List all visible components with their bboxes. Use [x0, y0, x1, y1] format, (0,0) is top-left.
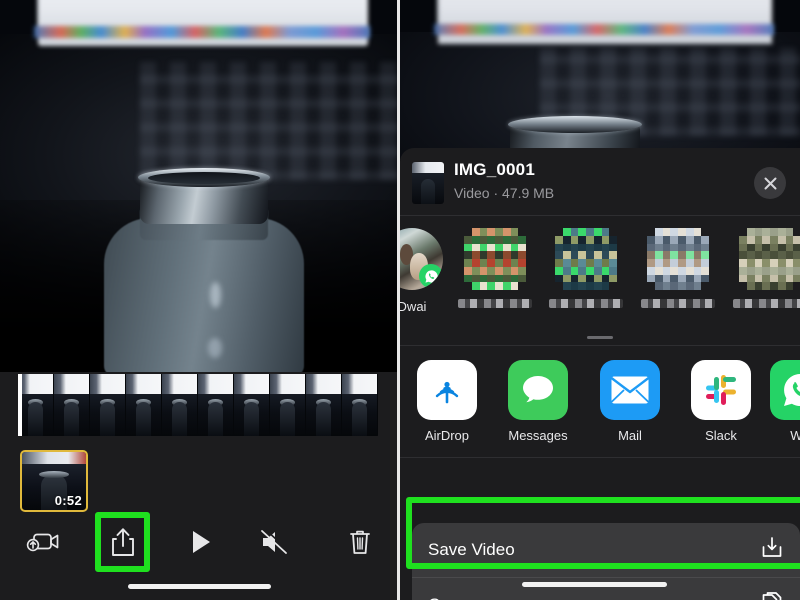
file-name-label: IMG_0001: [454, 160, 535, 179]
whatsapp-icon: [419, 264, 443, 288]
laptop-screen-right: [438, 0, 772, 44]
copy-label: Copy: [428, 595, 468, 600]
bottle-highlight-lower: [208, 338, 222, 358]
avatar-redacted: [555, 228, 617, 290]
contact-name-redacted: [641, 299, 715, 308]
contact-item[interactable]: [458, 228, 532, 308]
timeline-frame: [18, 374, 54, 436]
whatsapp-icon: [770, 360, 800, 420]
video-preview[interactable]: [0, 0, 397, 372]
share-sheet-header: IMG_0001 Video · 47.9 MB: [400, 148, 800, 216]
home-indicator-left: [128, 584, 271, 589]
bottle-subject: [92, 160, 316, 372]
app-item-mail[interactable]: Mail: [589, 360, 671, 443]
avatar-redacted: [647, 228, 709, 290]
bottle-rim-right: [508, 116, 642, 133]
messages-icon: [508, 360, 568, 420]
copy-icon: [760, 590, 784, 600]
contacts-row[interactable]: Dwai: [400, 216, 800, 346]
save-video-label: Save Video: [428, 540, 515, 559]
app-item-airdrop[interactable]: AirDrop: [406, 360, 488, 443]
app-item-wh[interactable]: Wh: [759, 360, 800, 443]
avatar: [400, 228, 443, 290]
actions-card: Save Video Copy: [412, 523, 800, 600]
timeline-frame: [198, 374, 234, 436]
export-video-button[interactable]: [14, 516, 70, 568]
share-button[interactable]: [95, 516, 151, 568]
sheet-grabber[interactable]: [587, 336, 613, 339]
clip-thumbnail[interactable]: 0:52: [20, 450, 88, 512]
share-icon: [112, 528, 134, 556]
close-icon: [764, 177, 776, 189]
copy-row[interactable]: Copy: [412, 577, 800, 600]
play-icon: [193, 531, 210, 553]
apps-row[interactable]: AirDrop Messages Mail Slack Wh: [400, 346, 800, 458]
home-indicator-right: [522, 582, 667, 587]
timeline-frame: [162, 374, 198, 436]
mute-button[interactable]: [248, 516, 300, 568]
actions-list: Save Video Copy: [412, 523, 800, 600]
timeline-frame: [270, 374, 306, 436]
app-label: Wh: [790, 428, 800, 443]
dock-icons-right: [434, 24, 774, 35]
trash-icon: [350, 530, 370, 554]
app-label: Slack: [705, 428, 737, 443]
timeline-frame: [306, 374, 342, 436]
clip-duration-label: 0:52: [54, 493, 82, 508]
bottle-body: [104, 218, 304, 372]
right-panel-share-sheet: IMG_0001 Video · 47.9 MB Dwai AirDrop Mes…: [400, 0, 800, 600]
delete-button[interactable]: [334, 516, 386, 568]
close-button[interactable]: [754, 167, 786, 199]
clip-thumb-screen: [22, 452, 86, 464]
contact-item[interactable]: Dwai: [400, 228, 449, 314]
timeline-frame: [54, 374, 90, 436]
share-sheet: IMG_0001 Video · 47.9 MB Dwai AirDrop Mes…: [400, 148, 800, 600]
bottle-highlight-upper: [210, 282, 221, 308]
airdrop-icon: [417, 360, 477, 420]
timeline-playhead[interactable]: [18, 374, 22, 436]
app-label: Mail: [618, 428, 642, 443]
contact-item[interactable]: [641, 228, 715, 308]
file-thumbnail: [412, 162, 444, 204]
file-thumb-bottle: [420, 179, 436, 204]
mail-icon: [600, 360, 660, 420]
video-preview-dimmed: [400, 0, 800, 160]
file-meta-label: Video · 47.9 MB: [454, 185, 555, 201]
app-label: Messages: [508, 428, 568, 443]
contact-name-redacted: [733, 299, 800, 308]
left-panel-video-editor: 0:52: [0, 0, 397, 600]
save-video-row[interactable]: Save Video: [412, 523, 800, 577]
video-upload-icon: [26, 533, 59, 552]
save-download-icon: [760, 536, 784, 565]
timeline-filmstrip[interactable]: [18, 374, 378, 436]
app-item-slack[interactable]: Slack: [680, 360, 762, 443]
avatar-redacted: [739, 228, 800, 290]
slack-icon: [691, 360, 751, 420]
app-item-messages[interactable]: Messages: [497, 360, 579, 443]
timeline-frame: [90, 374, 126, 436]
contact-name-redacted: [549, 299, 623, 308]
timeline-frame: [342, 374, 378, 436]
comparison-screenshot: 0:52 IMG_0001 Video · 47.9 MB Dwai AirDr…: [0, 0, 800, 600]
play-button[interactable]: [175, 516, 227, 568]
timeline-frame: [234, 374, 270, 436]
app-label: AirDrop: [424, 428, 470, 443]
editor-toolbar: [0, 516, 397, 568]
contact-item[interactable]: [549, 228, 623, 308]
file-thumb-screen: [412, 162, 444, 173]
timeline-frame: [126, 374, 162, 436]
speaker-mute-icon: [261, 529, 289, 554]
contact-name-redacted: [458, 299, 532, 308]
clip-thumb-ring: [39, 471, 69, 478]
laptop-screen: [38, 0, 368, 46]
avatar-redacted: [464, 228, 526, 290]
dock-icons: [34, 26, 370, 38]
bottle-rim-inner: [148, 172, 260, 184]
contact-name: Dwai: [400, 299, 427, 314]
contact-item[interactable]: [733, 228, 800, 308]
